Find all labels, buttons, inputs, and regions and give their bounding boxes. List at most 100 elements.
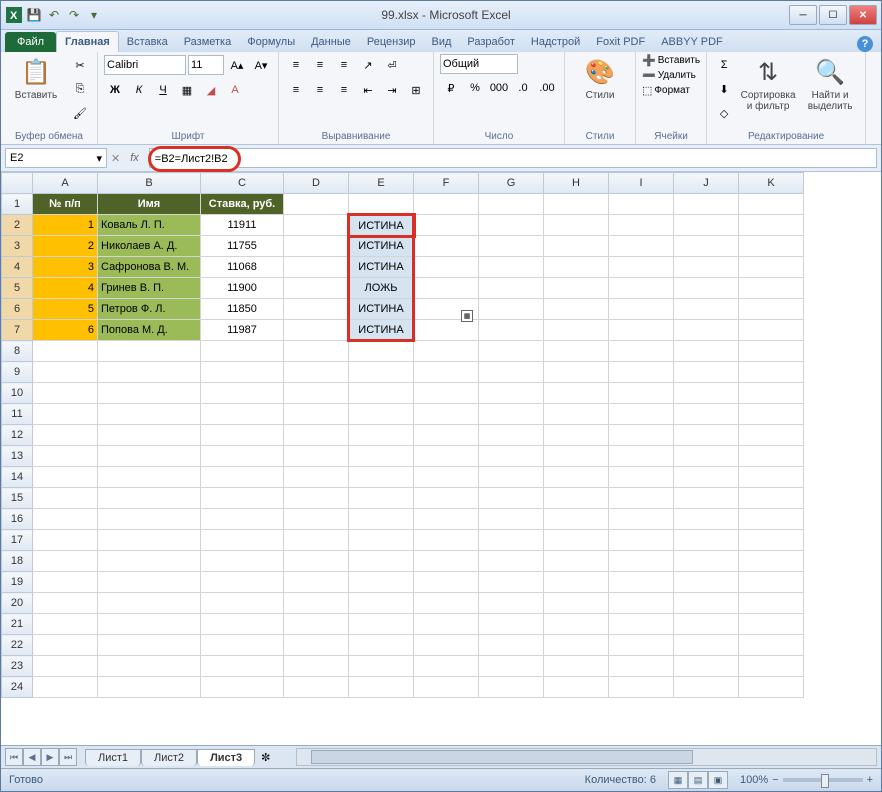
cell[interactable]: [544, 509, 609, 530]
cell[interactable]: [479, 656, 544, 677]
cell[interactable]: [609, 635, 674, 656]
cell[interactable]: [201, 614, 284, 635]
cell[interactable]: [674, 509, 739, 530]
cell[interactable]: [414, 467, 479, 488]
cell[interactable]: Петров Ф. Л.: [98, 299, 201, 320]
cell[interactable]: [479, 383, 544, 404]
underline-button[interactable]: Ч: [152, 79, 174, 101]
cell[interactable]: [544, 677, 609, 698]
cell[interactable]: [479, 215, 544, 236]
row-header[interactable]: 9: [2, 362, 33, 383]
cell[interactable]: Гринев В. П.: [98, 278, 201, 299]
tab-developer[interactable]: Разработ: [459, 32, 522, 52]
cell[interactable]: [98, 509, 201, 530]
cell[interactable]: Имя: [98, 194, 201, 215]
border-icon[interactable]: ▦: [176, 79, 198, 101]
cell[interactable]: [201, 404, 284, 425]
cell[interactable]: 11900: [201, 278, 284, 299]
cell[interactable]: [739, 509, 804, 530]
cell[interactable]: [414, 572, 479, 593]
cell[interactable]: [98, 341, 201, 362]
col-header[interactable]: B: [98, 173, 201, 194]
row-header[interactable]: 23: [2, 656, 33, 677]
cell[interactable]: [201, 425, 284, 446]
cell[interactable]: [414, 383, 479, 404]
cell[interactable]: [739, 257, 804, 278]
cell[interactable]: [739, 404, 804, 425]
cell[interactable]: [739, 530, 804, 551]
cell[interactable]: [284, 509, 349, 530]
row-header[interactable]: 1: [2, 194, 33, 215]
cell[interactable]: Коваль Л. П.: [98, 215, 201, 236]
cell-selected[interactable]: ЛОЖЬ: [349, 278, 414, 299]
cell[interactable]: [609, 299, 674, 320]
cell[interactable]: [609, 320, 674, 341]
cell[interactable]: 2: [33, 236, 98, 257]
cell[interactable]: [674, 488, 739, 509]
worksheet-grid[interactable]: A B C D E F G H I J K 1 № п/п Имя Ставка…: [1, 172, 881, 745]
cell[interactable]: [674, 341, 739, 362]
number-format-combo[interactable]: Общий: [440, 54, 518, 74]
cell[interactable]: [98, 593, 201, 614]
row-header[interactable]: 5: [2, 278, 33, 299]
cell[interactable]: [479, 467, 544, 488]
cell[interactable]: [414, 635, 479, 656]
cell[interactable]: [349, 488, 414, 509]
cell[interactable]: [739, 362, 804, 383]
formula-bar[interactable]: =B2=Лист2!B2: [149, 148, 877, 168]
cell[interactable]: [284, 656, 349, 677]
dec-decimal-icon[interactable]: .00: [536, 77, 558, 99]
cell[interactable]: [33, 446, 98, 467]
cell[interactable]: [739, 425, 804, 446]
cell[interactable]: [284, 551, 349, 572]
cell[interactable]: [479, 614, 544, 635]
fx-icon[interactable]: fx: [124, 152, 145, 164]
cell[interactable]: [284, 194, 349, 215]
cell[interactable]: [33, 635, 98, 656]
cell[interactable]: [479, 404, 544, 425]
cell[interactable]: [739, 488, 804, 509]
align-right-icon[interactable]: ≡: [333, 79, 355, 101]
cell[interactable]: [284, 236, 349, 257]
cell[interactable]: [739, 635, 804, 656]
cell[interactable]: [674, 320, 739, 341]
cell[interactable]: [414, 320, 479, 341]
cell[interactable]: [414, 593, 479, 614]
cell-selected[interactable]: ИСТИНА: [349, 236, 414, 257]
row-header[interactable]: 20: [2, 593, 33, 614]
cell[interactable]: [284, 299, 349, 320]
tab-view[interactable]: Вид: [424, 32, 460, 52]
cell[interactable]: [414, 530, 479, 551]
row-header[interactable]: 11: [2, 404, 33, 425]
cell[interactable]: [201, 362, 284, 383]
wrap-text-icon[interactable]: ⏎: [381, 54, 403, 76]
cell[interactable]: [201, 446, 284, 467]
cell[interactable]: [674, 572, 739, 593]
cell[interactable]: [201, 551, 284, 572]
cell[interactable]: [33, 656, 98, 677]
align-middle-icon[interactable]: ≡: [309, 54, 331, 76]
cell[interactable]: [674, 194, 739, 215]
tab-home[interactable]: Главная: [56, 31, 119, 52]
tab-layout[interactable]: Разметка: [176, 32, 240, 52]
cell[interactable]: [544, 278, 609, 299]
cell[interactable]: [739, 467, 804, 488]
cell[interactable]: [349, 383, 414, 404]
cell[interactable]: [479, 257, 544, 278]
cell[interactable]: [98, 362, 201, 383]
cell[interactable]: [609, 509, 674, 530]
cell-selected[interactable]: ИСТИНА: [349, 215, 414, 236]
cell[interactable]: [739, 341, 804, 362]
col-header[interactable]: A: [33, 173, 98, 194]
cell[interactable]: [33, 614, 98, 635]
cell[interactable]: [284, 635, 349, 656]
cell[interactable]: [414, 362, 479, 383]
cell[interactable]: [98, 635, 201, 656]
delete-cells-button[interactable]: ➖Удалить: [642, 69, 696, 82]
new-sheet-icon[interactable]: ✼: [255, 751, 276, 764]
row-header[interactable]: 21: [2, 614, 33, 635]
cell[interactable]: [544, 257, 609, 278]
sheet-next-icon[interactable]: ▶: [41, 748, 59, 766]
cell[interactable]: [98, 446, 201, 467]
cell[interactable]: [739, 194, 804, 215]
